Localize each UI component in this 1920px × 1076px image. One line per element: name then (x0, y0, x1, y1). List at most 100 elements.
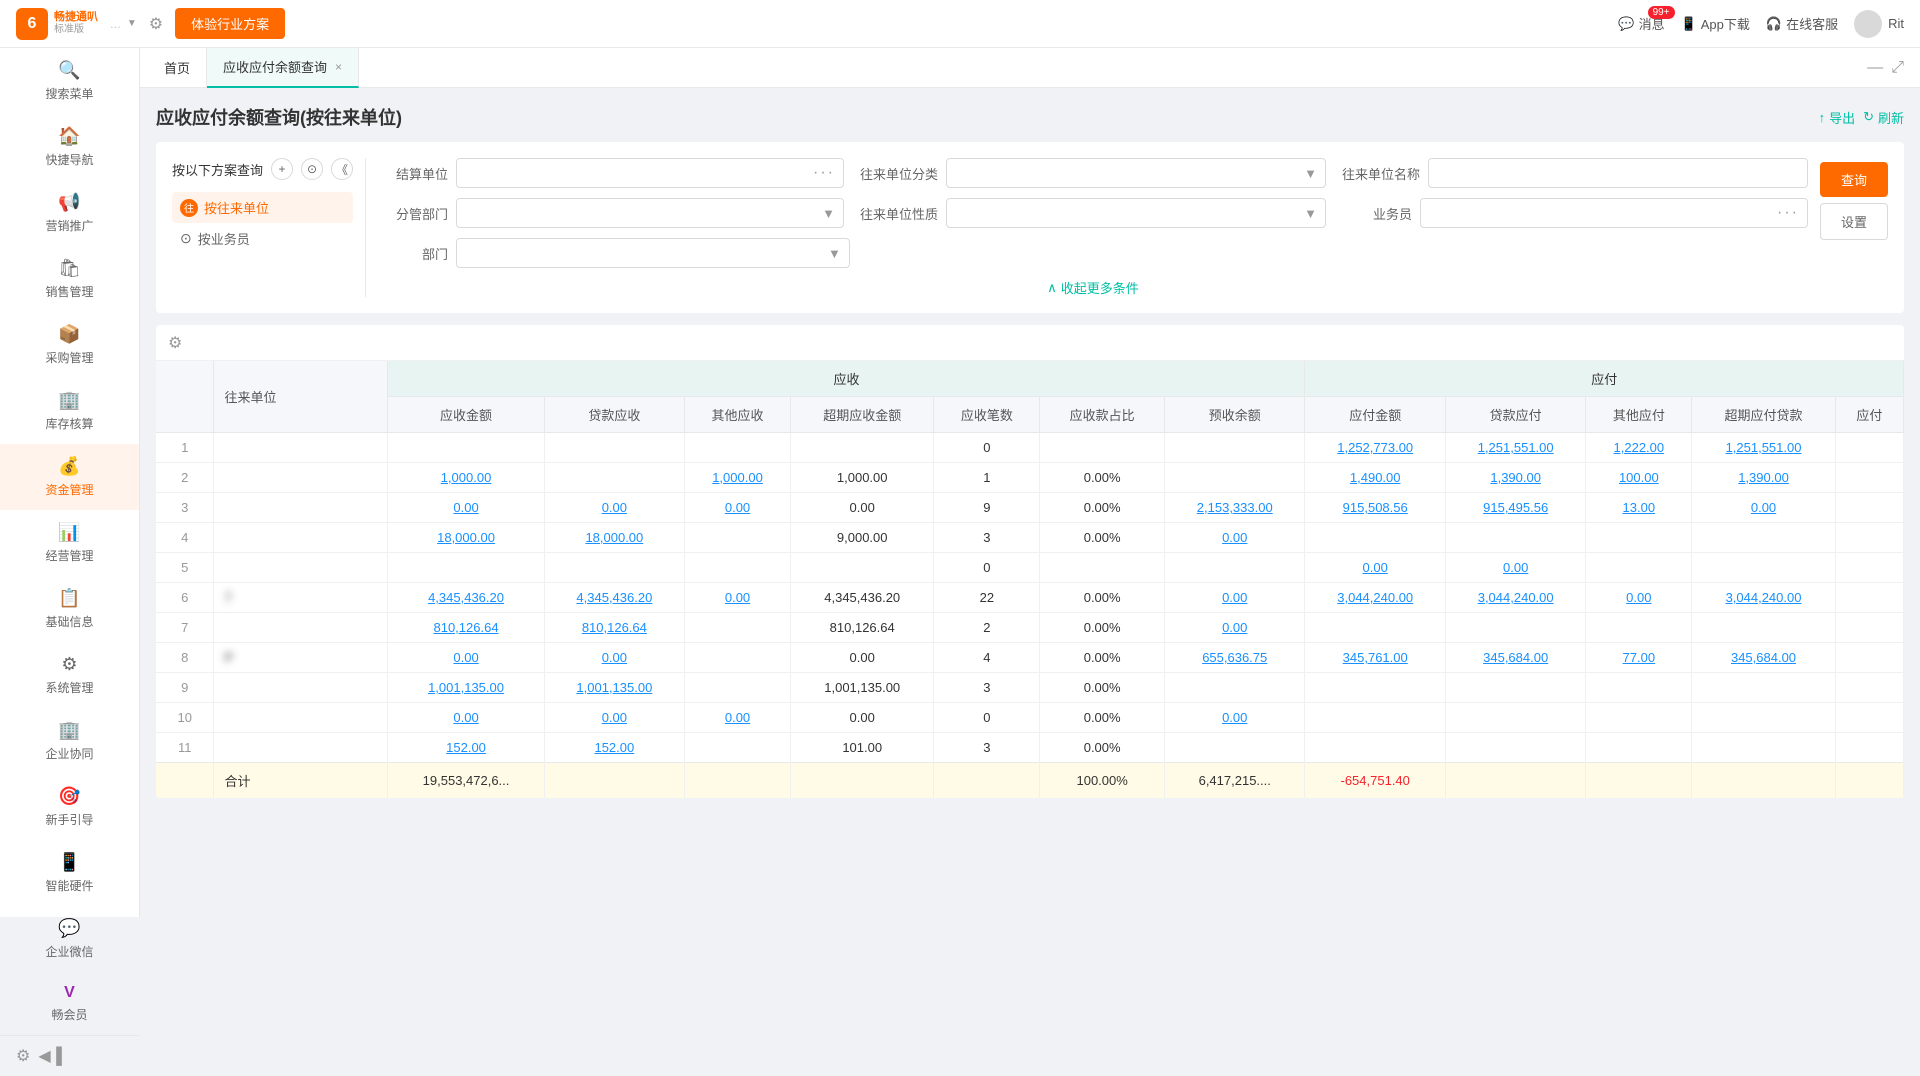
tab-bar: 首页 应收应付余额查询 × — ⤢ (140, 48, 1920, 88)
field-input-settlement[interactable]: ··· (456, 158, 844, 188)
query-row-1: 结算单位 ··· 往来单位分类 ▼ (378, 158, 1808, 188)
table-row: 91,001,135.001,001,135.001,001,135.0030.… (156, 673, 1904, 703)
field-label-salesperson: 业务员 (1342, 204, 1412, 223)
main-layout: 🔍 搜索菜单 🏠 快捷导航 📢 营销推广 🛍 销售管理 📦 采购管理 🏢 库存核… (0, 48, 1920, 917)
th-ar-overdue: 超期应收金额 (790, 397, 934, 433)
sidebar-label-purchase: 采购管理 (45, 349, 93, 366)
field-group-dept: 分管部门 ▼ (378, 198, 844, 228)
sidebar-label-search-menu: 搜索菜单 (45, 85, 93, 102)
tab-home[interactable]: 首页 (148, 48, 207, 88)
bottom-settings-icon[interactable]: ⚙ (16, 1046, 30, 1066)
query-button[interactable]: 查询 (1820, 162, 1888, 197)
chevron-down-icon: ▼ (1304, 166, 1317, 181)
field-input-dept[interactable]: ▼ (456, 198, 844, 228)
tab-expand-icon[interactable]: ⤢ (1891, 59, 1904, 77)
th-group-ap: 应付 (1305, 361, 1904, 397)
refresh-button[interactable]: ↻ 刷新 (1863, 108, 1904, 127)
scheme-by-salesperson[interactable]: ⊙ 按业务员 (172, 223, 353, 254)
tab-close-btn[interactable]: × (335, 60, 342, 74)
field-input-partner-category[interactable]: ▼ (946, 158, 1326, 188)
chevron-up-icon: ∧ (1047, 280, 1057, 296)
sidebar-label-member: 畅会员 (51, 1006, 87, 1023)
setting-button[interactable]: 设置 (1820, 203, 1888, 240)
sidebar-item-operation[interactable]: 📊 经营管理 (0, 510, 139, 576)
tab-current[interactable]: 应收应付余额查询 × (207, 48, 359, 88)
marketing-icon: 📢 (58, 192, 80, 213)
add-scheme-btn[interactable]: + (271, 158, 293, 180)
finance-icon: 💰 (58, 456, 80, 477)
collapse-scheme-btn[interactable]: 《 (331, 158, 353, 180)
online-service[interactable]: 🎧 在线客服 (1766, 14, 1838, 33)
sidebar-item-member[interactable]: V 畅会员 (0, 972, 139, 1035)
field-group-partner-name: 往来单位名称 (1342, 158, 1808, 188)
message-badge: 99+ (1648, 6, 1675, 19)
sidebar-item-marketing[interactable]: 📢 营销推广 (0, 180, 139, 246)
sidebar-item-quick-nav[interactable]: 🏠 快捷导航 (0, 114, 139, 180)
collapse-more-btn[interactable]: ∧ 收起更多条件 (1047, 278, 1139, 297)
sidebar-item-sales[interactable]: 🛍 销售管理 (0, 246, 139, 312)
page-actions: ↑ 导出 ↻ 刷新 (1819, 108, 1904, 127)
sales-icon: 🛍 (58, 258, 81, 279)
table-settings-row: ⚙ (156, 325, 1904, 361)
table-settings-icon[interactable]: ⚙ (168, 333, 182, 353)
avatar (1854, 10, 1882, 38)
user-name: Rit (1888, 16, 1904, 31)
tab-minimize-icon[interactable]: — (1867, 59, 1883, 77)
field-group-partner-nature: 往来单位性质 ▼ (860, 198, 1326, 228)
search-icon: 🔍 (58, 60, 80, 81)
field-label-partner-nature: 往来单位性质 (860, 204, 938, 223)
gear-icon[interactable]: ⚙ (149, 14, 163, 34)
th-partner: 往来单位 (214, 361, 388, 433)
breadcrumb-separator: ▼ (127, 18, 137, 29)
sidebar-item-basic-info[interactable]: 📋 基础信息 (0, 576, 139, 642)
dots-icon: ··· (813, 164, 835, 182)
sidebar-item-finance[interactable]: 💰 资金管理 (0, 444, 139, 510)
user-area[interactable]: Rit (1854, 10, 1904, 38)
field-input-sub-dept[interactable]: ▼ (456, 238, 850, 268)
field-label-partner-name: 往来单位名称 (1342, 164, 1420, 183)
sidebar-item-enterprise-wechat[interactable]: 💬 企业微信 (0, 906, 139, 972)
sidebar-item-purchase[interactable]: 📦 采购管理 (0, 312, 139, 378)
sidebar-item-system[interactable]: ⚙ 系统管理 (0, 642, 139, 708)
scheme-salesperson-icon: ⊙ (180, 230, 192, 247)
sidebar-item-inventory[interactable]: 🏢 库存核算 (0, 378, 139, 444)
query-row-2: 分管部门 ▼ 往来单位性质 ▼ (378, 198, 1808, 228)
message-area[interactable]: 💬 消息 99+ (1618, 14, 1664, 33)
table-row: 21,000.001,000.001,000.0010.00%1,490.001… (156, 463, 1904, 493)
settings-scheme-btn[interactable]: ⊙ (301, 158, 323, 180)
system-icon: ⚙ (61, 654, 77, 675)
table-row: 11152.00152.00101.0030.00% (156, 733, 1904, 763)
field-input-partner-name[interactable] (1428, 158, 1808, 188)
th-ap-loan: 贷款应付 (1445, 397, 1585, 433)
field-group-partner-category: 往来单位分类 ▼ (860, 158, 1326, 188)
field-input-partner-nature[interactable]: ▼ (946, 198, 1326, 228)
field-label-dept: 分管部门 (378, 204, 448, 223)
table-row: 30.000.000.000.0090.00%2,153,333.00915,5… (156, 493, 1904, 523)
edition-label: 标准版 (54, 24, 98, 36)
export-button[interactable]: ↑ 导出 (1819, 108, 1856, 127)
sidebar-item-smart-hw[interactable]: 📱 智能硬件 (0, 840, 139, 906)
th-ap-overdue: 超期应付贷款 (1692, 397, 1836, 433)
sidebar-label-marketing: 营销推广 (45, 217, 93, 234)
bottom-collapse-icon[interactable]: ◀▐ (38, 1046, 62, 1066)
sidebar-item-guide[interactable]: 🎯 新手引导 (0, 774, 139, 840)
top-header: 6 畅捷通叭 标准版 ... ▼ ⚙ 体验行业方案 💬 消息 99+ 📱 App… (0, 0, 1920, 48)
sidebar-label-basic-info: 基础信息 (45, 613, 93, 630)
sidebar-item-search-menu[interactable]: 🔍 搜索菜单 (0, 48, 139, 114)
th-ar-count: 应收笔数 (934, 397, 1040, 433)
field-input-salesperson[interactable]: ··· (1420, 198, 1808, 228)
smart-hw-icon: 📱 (58, 852, 80, 873)
sidebar-label-quick-nav: 快捷导航 (45, 151, 93, 168)
footer-ar-ratio: 100.00% (1040, 763, 1165, 799)
guide-icon: 🎯 (58, 786, 80, 807)
footer-ar-total[interactable]: 19,553,472,6... (388, 763, 544, 799)
scheme-by-partner[interactable]: 往 按往来单位 (172, 192, 353, 223)
service-icon: 🎧 (1766, 16, 1782, 32)
table-container: ⚙ 往来单位 应收 应付 应收金额 (156, 325, 1904, 798)
sidebar-item-enterprise[interactable]: 🏢 企业协同 (0, 708, 139, 774)
app-download[interactable]: 📱 App下载 (1681, 14, 1750, 33)
th-ap-other: 其他应付 (1586, 397, 1692, 433)
solution-button[interactable]: 体验行业方案 (175, 8, 285, 39)
basic-info-icon: 📋 (58, 588, 80, 609)
logo-text: 畅捷通叭 (54, 11, 98, 24)
